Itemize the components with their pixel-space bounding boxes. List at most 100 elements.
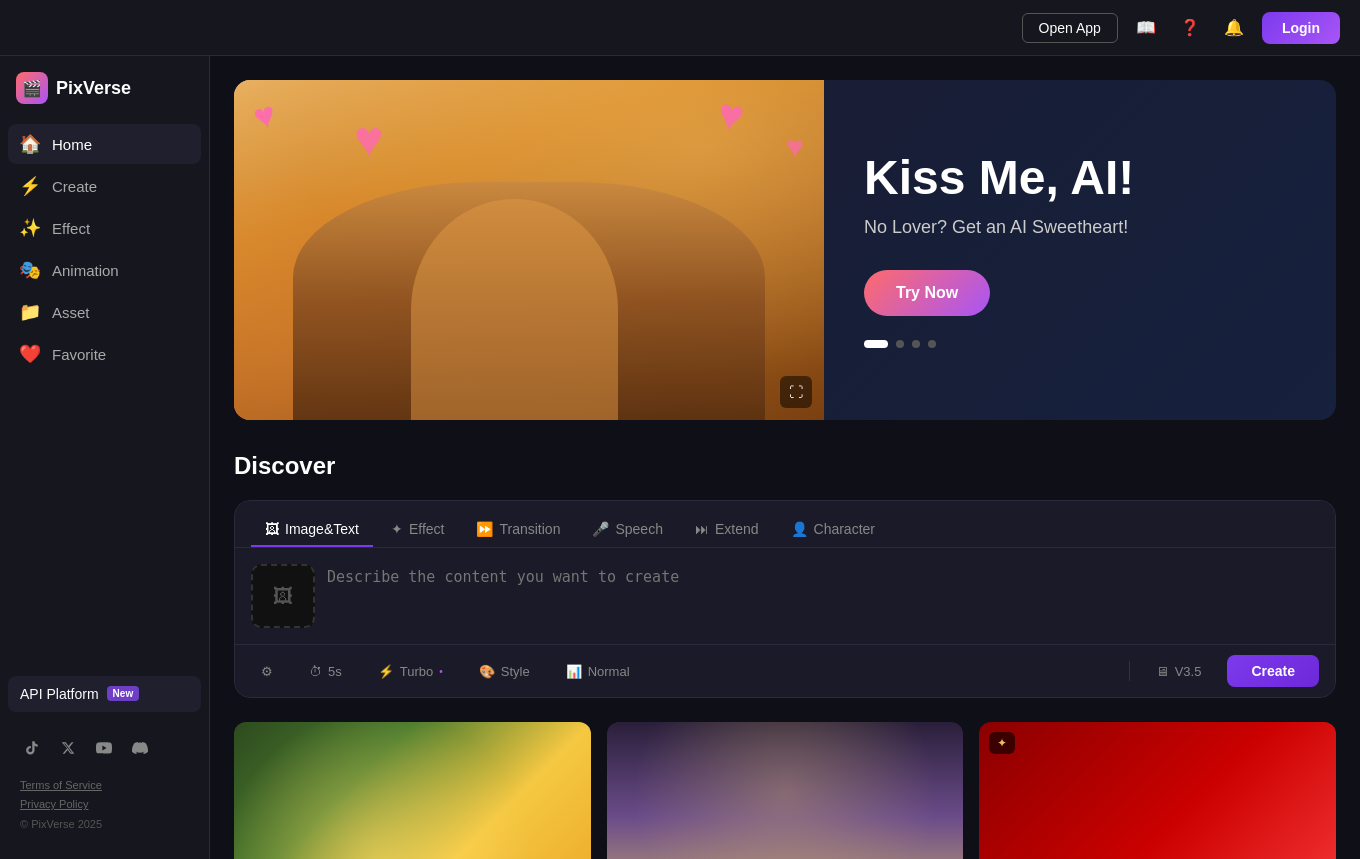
video-card-2[interactable] [607,722,964,859]
sidebar-footer: Terms of Service Privacy Policy © PixVer… [8,768,201,843]
sidebar-item-label: Animation [52,262,119,279]
tab-character[interactable]: 👤 Character [777,513,889,547]
tab-label: Transition [499,521,560,537]
version-display: 🖥 V3.5 [1146,664,1212,679]
tab-speech[interactable]: 🎤 Speech [578,513,676,547]
effect-tab-icon: ✦ [391,521,403,537]
settings-tool[interactable]: ⚙ [251,658,283,685]
sidebar-item-label: Home [52,136,92,153]
sidebar-item-label: Favorite [52,346,106,363]
tiktok-icon[interactable] [20,736,44,760]
discord-icon[interactable] [128,736,152,760]
animation-icon: 🎭 [20,260,40,280]
duration-icon: ⏱ [309,664,322,679]
sidebar-item-home[interactable]: 🏠 Home [8,124,201,164]
version-label: V3.5 [1175,664,1202,679]
video-thumbnail-2 [607,722,964,859]
hero-banner: ♥ ♥ ♥ ♥ ⛶ Kiss Me, AI! No Lover? Get an … [234,80,1336,420]
sidebar-item-label: Create [52,178,97,195]
quality-icon: 📊 [566,664,582,679]
logo-icon: 🎬 [16,72,48,104]
hero-image: ♥ ♥ ♥ ♥ ⛶ [234,80,824,420]
hero-image-inner: ♥ ♥ ♥ ♥ [234,80,824,420]
tab-extend[interactable]: ⏭ Extend [681,513,773,547]
privacy-link[interactable]: Privacy Policy [20,795,189,815]
youtube-icon[interactable] [92,736,116,760]
create-icon: ⚡ [20,176,40,196]
asset-icon: 📁 [20,302,40,322]
book-icon[interactable]: 📖 [1130,12,1162,44]
prompt-input[interactable] [327,564,1319,624]
sidebar-item-favorite[interactable]: ❤️ Favorite [8,334,201,374]
sidebar-item-create[interactable]: ⚡ Create [8,166,201,206]
bottom-toolbar: ⚙ ⏱ 5s ⚡ Turbo • 🎨 Style 📊 Normal [235,644,1335,697]
sidebar-item-asset[interactable]: 📁 Asset [8,292,201,332]
duration-label: 5s [328,664,342,679]
hero-content: Kiss Me, AI! No Lover? Get an AI Sweethe… [824,112,1336,388]
toolbar-divider [1129,661,1130,681]
help-icon[interactable]: ❓ [1174,12,1206,44]
version-icon: 🖥 [1156,664,1169,679]
sidebar-item-effect[interactable]: ✨ Effect [8,208,201,248]
main-content: ♥ ♥ ♥ ♥ ⛶ Kiss Me, AI! No Lover? Get an … [210,56,1360,859]
tab-label: Character [814,521,875,537]
speech-icon: 🎤 [592,521,609,537]
sidebar-item-animation[interactable]: 🎭 Animation [8,250,201,290]
video-card-3[interactable]: ✦ [979,722,1336,859]
tab-image-text[interactable]: 🖼 Image&Text [251,513,373,547]
video-card-1[interactable] [234,722,591,859]
social-links [8,728,201,768]
new-badge: New [107,686,140,701]
character-icon: 👤 [791,521,808,537]
image-text-icon: 🖼 [265,521,279,537]
api-platform-button[interactable]: API Platform New [8,676,201,712]
copyright: © PixVerse 2025 [20,815,189,835]
home-icon: 🏠 [20,134,40,154]
terms-link[interactable]: Terms of Service [20,776,189,796]
turbo-tool[interactable]: ⚡ Turbo • [368,658,453,685]
badge-icon: ✦ [997,736,1007,750]
sidebar: 🎬 PixVerse 🏠 Home ⚡ Create ✨ Effect 🎭 An… [0,56,210,859]
sidebar-item-label: Effect [52,220,90,237]
topbar: Open App 📖 ❓ 🔔 Login [0,0,1360,56]
video-thumbnail-3: ✦ [979,722,1336,859]
hero-title: Kiss Me, AI! [864,152,1296,205]
duration-tool[interactable]: ⏱ 5s [299,658,352,685]
tab-label: Speech [615,521,662,537]
api-platform-label: API Platform [20,686,99,702]
dot-2[interactable] [896,340,904,348]
creation-container: 🖼 Image&Text ✦ Effect ⏩ Transition 🎤 Spe… [234,500,1336,698]
quality-tool[interactable]: 📊 Normal [556,658,640,685]
sidebar-bottom: API Platform New [0,676,209,843]
extend-icon: ⏭ [695,521,709,537]
style-label: Style [501,664,530,679]
style-icon: 🎨 [479,664,495,679]
fullscreen-button[interactable]: ⛶ [780,376,812,408]
dot-4[interactable] [928,340,936,348]
tab-effect[interactable]: ✦ Effect [377,513,459,547]
tab-transition[interactable]: ⏩ Transition [462,513,574,547]
style-tool[interactable]: 🎨 Style [469,658,540,685]
x-twitter-icon[interactable] [56,736,80,760]
create-button[interactable]: Create [1227,655,1319,687]
dot-3[interactable] [912,340,920,348]
page-wrapper: 🎬 PixVerse 🏠 Home ⚡ Create ✨ Effect 🎭 An… [0,0,1360,859]
image-upload-button[interactable]: 🖼 [251,564,315,628]
open-app-button[interactable]: Open App [1022,13,1118,43]
logo-text: PixVerse [56,78,131,99]
login-button[interactable]: Login [1262,12,1340,44]
quality-label: Normal [588,664,630,679]
notification-icon[interactable]: 🔔 [1218,12,1250,44]
favorite-icon: ❤️ [20,344,40,364]
sidebar-item-label: Asset [52,304,90,321]
image-upload-icon: 🖼 [273,585,293,608]
hero-cta-button[interactable]: Try Now [864,270,990,316]
hero-dots [864,340,1296,348]
dot-1[interactable] [864,340,888,348]
text-area-section: 🖼 [235,548,1335,644]
logo: 🎬 PixVerse [0,72,209,124]
discover-title: Discover [234,452,1336,480]
video-thumbnail-1 [234,722,591,859]
hero-subtitle: No Lover? Get an AI Sweetheart! [864,217,1296,238]
turbo-label: Turbo [400,664,433,679]
